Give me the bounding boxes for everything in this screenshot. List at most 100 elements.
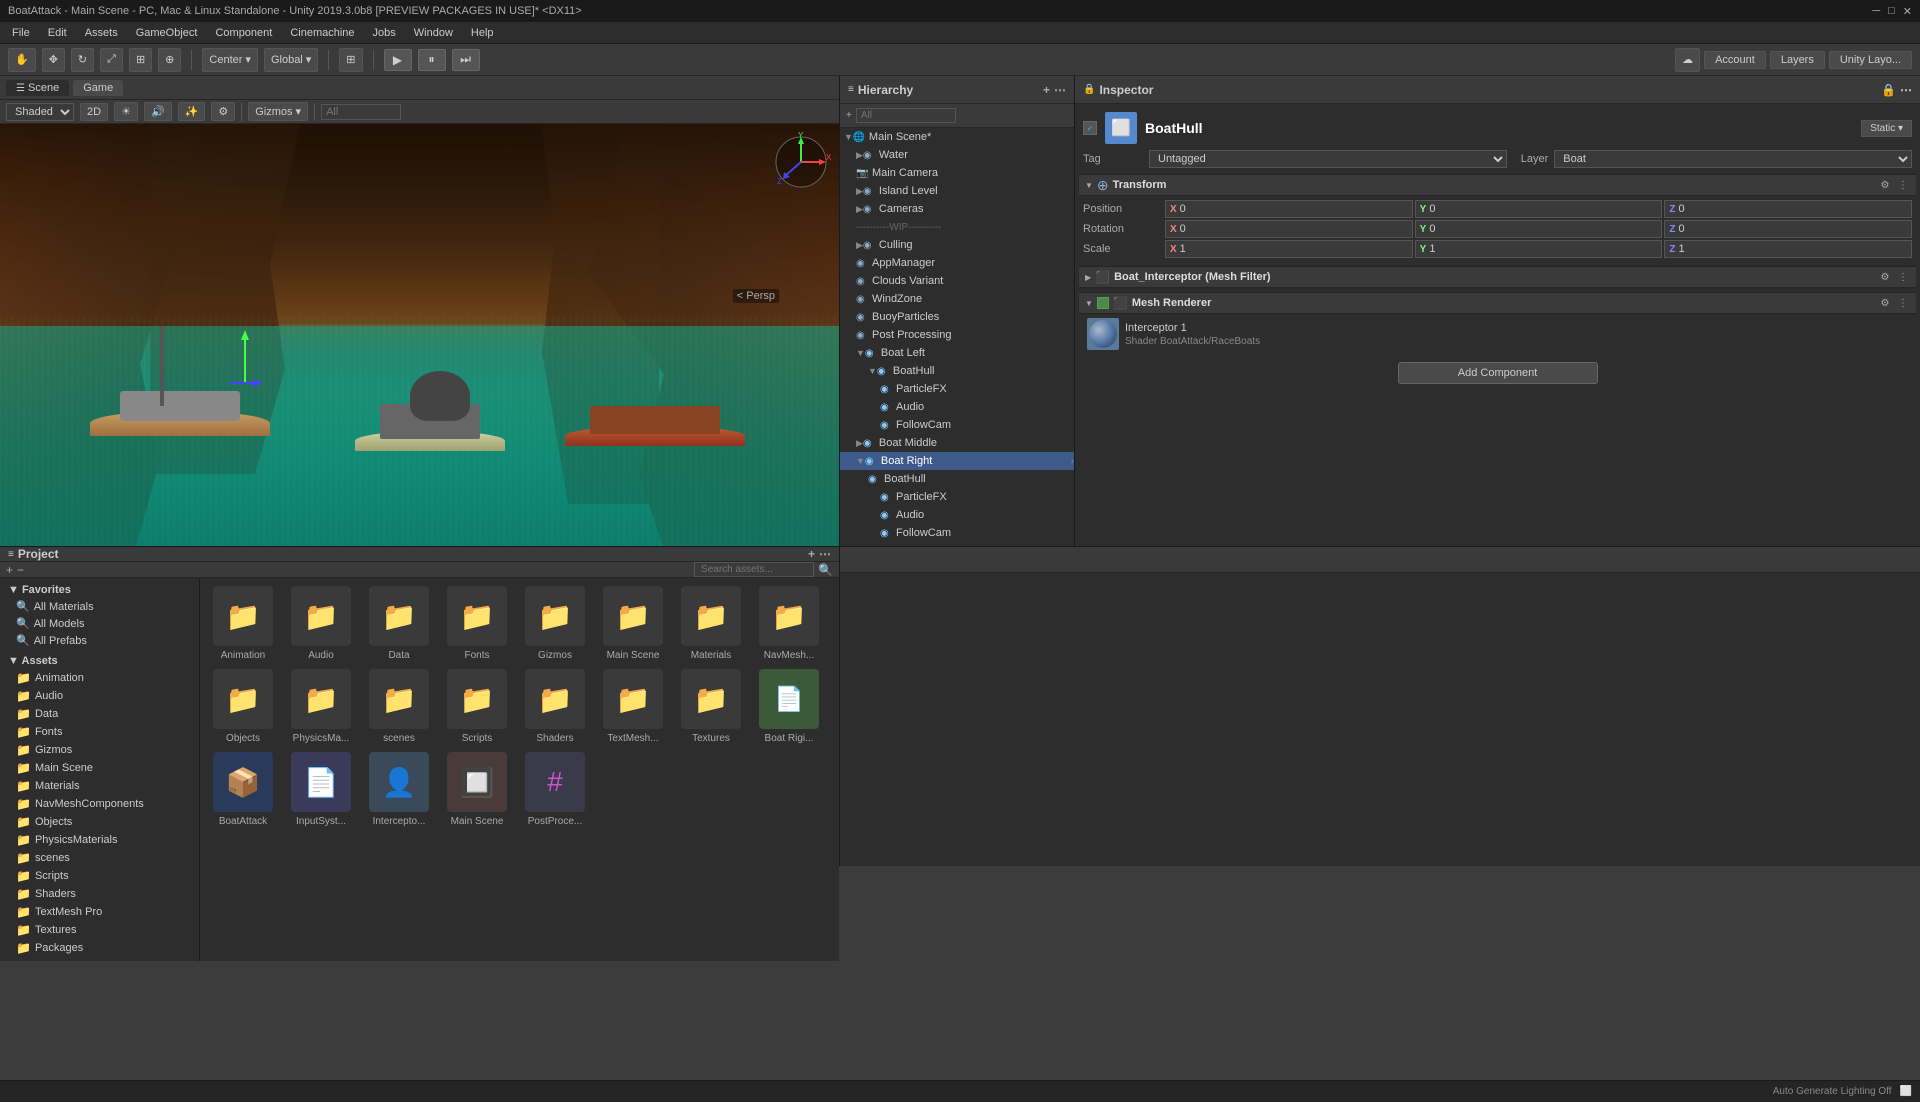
scale-x-field[interactable]: X 1 [1165,240,1413,258]
tool-hand[interactable]: ✋ [8,48,36,72]
folder-fonts[interactable]: 📁 Fonts [0,723,199,741]
tool-rect[interactable]: ⊞ [129,48,152,72]
hier-buoy[interactable]: ◉ BuoyParticles [840,308,1074,326]
hier-boathull-left[interactable]: ▼ ◉ BoatHull [840,362,1074,380]
hier-particlefx-left[interactable]: ◉ ParticleFX [840,380,1074,398]
shading-select[interactable]: Shaded [6,103,74,121]
proj-more-btn[interactable]: ⋯ [819,547,831,561]
hier-audio-right[interactable]: ◉ Audio [840,506,1074,524]
tool-transform[interactable]: ⊕ [158,48,181,72]
minimize-btn[interactable]: ─ [1872,5,1880,18]
folder-gizmos[interactable]: 📁 Gizmos [0,741,199,759]
menu-component[interactable]: Component [207,25,280,41]
insp-more-btn[interactable]: ⋯ [1900,83,1912,97]
tool-rotate[interactable]: ↻ [71,48,94,72]
menu-edit[interactable]: Edit [40,25,75,41]
scene-search[interactable] [321,104,401,120]
hier-followcam-right[interactable]: ◉ FollowCam [840,524,1074,542]
rot-x-field[interactable]: X 0 [1165,220,1413,238]
hier-cameras[interactable]: ▶ ◉ Cameras [840,200,1074,218]
fx-btn[interactable]: ✨ [178,102,206,121]
asset-boatattack[interactable]: 📦 BoatAttack [208,752,278,827]
fav-all-prefabs[interactable]: 🔍 All Prefabs [0,632,199,649]
pause-btn[interactable]: ⏸ [418,49,446,71]
menu-gameobject[interactable]: GameObject [128,25,206,41]
menu-jobs[interactable]: Jobs [365,25,404,41]
static-btn[interactable]: Static ▾ [1861,120,1912,137]
folder-audio[interactable]: 📁 Audio [0,687,199,705]
asset-materials[interactable]: 📁 Materials [676,586,746,661]
folder-scripts[interactable]: 📁 Scripts [0,867,199,885]
global-local-btn[interactable]: Global ▾ [264,48,318,72]
asset-inputsyst[interactable]: 📄 InputSyst... [286,752,356,827]
layout-btn[interactable]: Unity Layo... [1829,51,1912,69]
step-btn[interactable]: ⏭ [452,49,480,71]
asset-fonts[interactable]: 📁 Fonts [442,586,512,661]
rot-z-field[interactable]: Z 0 [1664,220,1912,238]
folder-data[interactable]: 📁 Data [0,705,199,723]
dim-2d-btn[interactable]: 2D [80,103,108,121]
hier-boat-right[interactable]: ▼ ◉ Boat Right › [840,452,1074,470]
hier-particlefx-right[interactable]: ◉ ParticleFX [840,488,1074,506]
lighting-btn[interactable]: ☀ [114,102,138,121]
hier-boat-left[interactable]: ▼ ◉ Boat Left [840,344,1074,362]
hier-more-btn[interactable]: ⋯ [1054,83,1066,97]
asset-postproce[interactable]: # PostProce... [520,752,590,827]
scale-y-field[interactable]: Y 1 [1415,240,1663,258]
pos-x-field[interactable]: X 0 [1165,200,1413,218]
menu-cinemachine[interactable]: Cinemachine [282,25,362,41]
gizmos-btn[interactable]: Gizmos ▾ [248,102,308,121]
hier-water[interactable]: ▶ ◉ Water [840,146,1074,164]
tab-scene[interactable]: ☰ Scene [6,80,69,96]
tool-move[interactable]: ✥ [42,48,65,72]
fav-all-models[interactable]: 🔍 All Models [0,615,199,632]
asset-animation[interactable]: 📁 Animation [208,586,278,661]
folder-shaders[interactable]: 📁 Shaders [0,885,199,903]
hier-boathull-right[interactable]: ◉ BoatHull [840,470,1074,488]
close-btn[interactable]: ✕ [1903,5,1912,18]
mesh-renderer-menu-btn[interactable]: ⋮ [1896,296,1910,310]
asset-audio[interactable]: 📁 Audio [286,586,356,661]
proj-add-btn[interactable]: + [808,547,815,561]
object-enable-checkbox[interactable]: ✓ [1083,121,1097,135]
folder-main-scene[interactable]: 📁 Main Scene [0,759,199,777]
asset-interceptor[interactable]: 👤 Intercepto... [364,752,434,827]
proj-minus[interactable]: − [17,563,24,577]
favorites-section[interactable]: ▼ Favorites [0,582,199,598]
menu-window[interactable]: Window [406,25,461,41]
hier-culling[interactable]: ▶ ◉ Culling [840,236,1074,254]
transform-component-header[interactable]: ▼ ⊕ Transform ⚙ ⋮ [1079,174,1916,196]
proj-plus[interactable]: + [6,563,13,577]
tool-scale[interactable]: ⤢ [100,48,123,72]
asset-physicsma[interactable]: 📁 PhysicsMa... [286,669,356,744]
folder-scenes[interactable]: 📁 scenes [0,849,199,867]
scene-viewport[interactable]: < Persp [0,124,839,546]
mesh-filter-menu-btn[interactable]: ⋮ [1896,270,1910,284]
hier-main-scene[interactable]: ▼ 🌐 Main Scene* [840,128,1074,146]
menu-help[interactable]: Help [463,25,502,41]
asset-gizmos[interactable]: 📁 Gizmos [520,586,590,661]
mesh-renderer-settings-btn[interactable]: ⚙ [1878,296,1892,310]
folder-navmesh[interactable]: 📁 NavMeshComponents [0,795,199,813]
asset-data[interactable]: 📁 Data [364,586,434,661]
add-component-btn[interactable]: Add Component [1398,362,1598,384]
menu-file[interactable]: File [4,25,38,41]
asset-scripts[interactable]: 📁 Scripts [442,669,512,744]
hier-windzone[interactable]: ◉ WindZone [840,290,1074,308]
asset-textmesh[interactable]: 📁 TextMesh... [598,669,668,744]
mesh-filter-settings-btn[interactable]: ⚙ [1878,270,1892,284]
tag-select[interactable]: Untagged [1149,150,1507,168]
tab-game[interactable]: Game [73,80,123,96]
assets-section[interactable]: ▼ Assets [0,653,199,669]
hier-plus[interactable]: + [846,110,852,121]
project-search[interactable] [694,562,814,577]
pos-y-field[interactable]: Y 0 [1415,200,1663,218]
asset-textures[interactable]: 📁 Textures [676,669,746,744]
layers-btn[interactable]: Layers [1770,51,1825,69]
asset-navmesh[interactable]: 📁 NavMesh... [754,586,824,661]
folder-materials[interactable]: 📁 Materials [0,777,199,795]
hierarchy-search[interactable] [856,108,956,123]
hier-followcam-left[interactable]: ◉ FollowCam [840,416,1074,434]
hier-postprocess[interactable]: ◉ Post Processing [840,326,1074,344]
hier-main-camera[interactable]: 📷 Main Camera [840,164,1074,182]
